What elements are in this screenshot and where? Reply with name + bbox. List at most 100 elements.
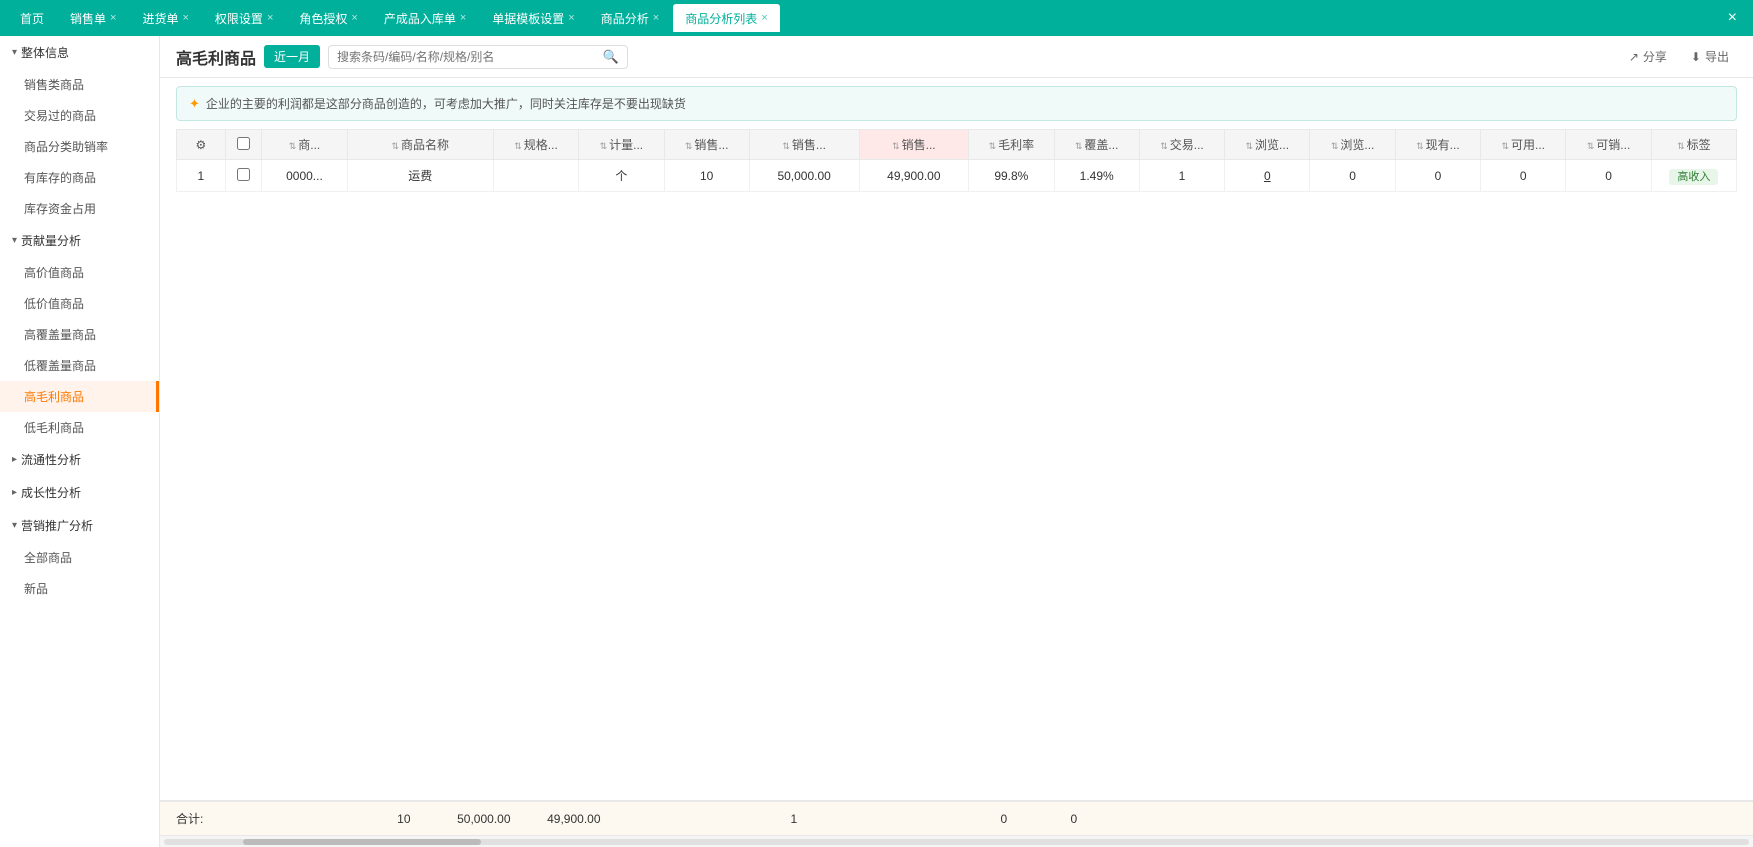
close-icon[interactable]: × bbox=[460, 13, 466, 24]
nav-tab-analysis-label: 商品分析 bbox=[601, 10, 649, 27]
info-banner-text: 企业的主要的利润都是这部分商品创造的，可考虑加大推广，同时关注库存是不要出现缺货 bbox=[206, 95, 686, 112]
close-icon[interactable]: × bbox=[351, 13, 357, 24]
sidebar-item-sales-goods[interactable]: 销售类商品 bbox=[0, 69, 159, 100]
row-sales-amount: 50,000.00 bbox=[749, 160, 859, 192]
sort-icon: ⇅ bbox=[989, 141, 997, 152]
col-settings[interactable]: ⚙ bbox=[177, 130, 226, 160]
nav-tab-roles[interactable]: 角色授权 × bbox=[287, 4, 369, 32]
col-unit[interactable]: ⇅计量... bbox=[579, 130, 664, 160]
row-sales-cost: 49,900.00 bbox=[859, 160, 969, 192]
sidebar-group-growth[interactable]: ▸ 成长性分析 bbox=[0, 476, 159, 509]
row-sales-qty: 10 bbox=[664, 160, 749, 192]
nav-tab-home[interactable]: 首页 bbox=[8, 4, 56, 32]
col-gross-rate[interactable]: ⇅毛利率 bbox=[969, 130, 1054, 160]
sidebar-item-high-coverage[interactable]: 高覆盖量商品 bbox=[0, 319, 159, 350]
sidebar-group-contribution-label: 贡献量分析 bbox=[21, 232, 81, 249]
close-icon[interactable]: × bbox=[267, 13, 273, 24]
sidebar-item-high-value[interactable]: 高价值商品 bbox=[0, 257, 159, 288]
nav-tab-templates[interactable]: 单据模板设置 × bbox=[480, 4, 586, 32]
close-icon[interactable]: × bbox=[568, 13, 574, 24]
sidebar-item-low-value[interactable]: 低价值商品 bbox=[0, 288, 159, 319]
nav-tab-analysis[interactable]: 商品分析 × bbox=[589, 4, 671, 32]
col-stock-saleable[interactable]: ⇅可销... bbox=[1566, 130, 1651, 160]
nav-tab-sales[interactable]: 销售单 × bbox=[58, 4, 128, 32]
close-icon[interactable]: × bbox=[653, 13, 659, 24]
sort-icon: ⇅ bbox=[1501, 141, 1509, 152]
sidebar-item-traded-goods[interactable]: 交易过的商品 bbox=[0, 100, 159, 131]
sidebar-item-stock-capital[interactable]: 库存资金占用 bbox=[0, 193, 159, 224]
footer-stock-available: 0 bbox=[1039, 812, 1109, 826]
col-stock-current[interactable]: ⇅现有... bbox=[1395, 130, 1480, 160]
nav-tab-purchase-label: 进货单 bbox=[142, 10, 178, 27]
nav-tab-analysis-list[interactable]: 商品分析列表 × bbox=[673, 4, 779, 32]
col-coverage[interactable]: ⇅覆盖... bbox=[1054, 130, 1139, 160]
sort-icon: ⇅ bbox=[1677, 141, 1685, 152]
views1-link[interactable]: 0 bbox=[1264, 169, 1271, 183]
sidebar-item-low-coverage[interactable]: 低覆盖量商品 bbox=[0, 350, 159, 381]
row-spec bbox=[493, 160, 578, 192]
nav-tab-templates-label: 单据模板设置 bbox=[492, 10, 564, 27]
chevron-right-icon: ▸ bbox=[12, 487, 17, 498]
sidebar-item-high-margin[interactable]: 高毛利商品 bbox=[0, 381, 159, 412]
sort-icon: ⇅ bbox=[782, 141, 790, 152]
top-nav: 首页 销售单 × 进货单 × 权限设置 × 角色授权 × 产成品入库单 × 单据… bbox=[0, 0, 1753, 36]
sidebar: « ▾ 整体信息 销售类商品 交易过的商品 商品分类助销率 有库存的商品 库存资… bbox=[0, 36, 160, 847]
col-sales-amount[interactable]: ⇅销售... bbox=[749, 130, 859, 160]
row-views2: 0 bbox=[1310, 160, 1395, 192]
select-all-checkbox[interactable] bbox=[237, 137, 250, 150]
close-icon[interactable]: × bbox=[761, 13, 767, 24]
horizontal-scrollbar[interactable] bbox=[160, 835, 1753, 847]
sidebar-item-low-margin[interactable]: 低毛利商品 bbox=[0, 412, 159, 443]
close-icon[interactable]: × bbox=[110, 13, 116, 24]
close-icon[interactable]: × bbox=[182, 13, 188, 24]
chevron-right-icon: ▸ bbox=[12, 454, 17, 465]
col-views2[interactable]: ⇅浏览... bbox=[1310, 130, 1395, 160]
sidebar-group-contribution[interactable]: ▾ 贡献量分析 bbox=[0, 224, 159, 257]
nav-tab-purchase[interactable]: 进货单 × bbox=[130, 4, 200, 32]
footer-sales-cost: 49,900.00 bbox=[529, 812, 619, 826]
search-input[interactable] bbox=[337, 50, 599, 64]
share-button[interactable]: ↗ 分享 bbox=[1621, 44, 1675, 69]
chevron-down-icon: ▾ bbox=[12, 235, 17, 246]
sidebar-group-overall[interactable]: ▾ 整体信息 bbox=[0, 36, 159, 69]
row-code: 0000... bbox=[262, 160, 347, 192]
window-close-button[interactable]: × bbox=[1720, 9, 1745, 27]
row-checkbox[interactable] bbox=[225, 160, 262, 192]
col-spec[interactable]: ⇅规格... bbox=[493, 130, 578, 160]
col-checkbox[interactable] bbox=[225, 130, 262, 160]
sidebar-item-stocked-goods[interactable]: 有库存的商品 bbox=[0, 162, 159, 193]
sort-icon: ⇅ bbox=[685, 141, 693, 152]
time-filter-button[interactable]: 近一月 bbox=[264, 45, 320, 68]
sidebar-group-liquidity[interactable]: ▸ 流通性分析 bbox=[0, 443, 159, 476]
sort-icon: ⇅ bbox=[600, 141, 608, 152]
col-code[interactable]: ⇅商... bbox=[262, 130, 347, 160]
sidebar-item-category-rate[interactable]: 商品分类助销率 bbox=[0, 131, 159, 162]
nav-tab-inbound[interactable]: 产成品入库单 × bbox=[372, 4, 478, 32]
share-icon: ↗ bbox=[1629, 50, 1639, 64]
scrollbar-thumb[interactable] bbox=[243, 839, 481, 845]
col-sales-cost[interactable]: ⇅销售... bbox=[859, 130, 969, 160]
row-stock-current: 0 bbox=[1395, 160, 1480, 192]
sort-icon: ⇅ bbox=[289, 141, 297, 152]
row-index: 1 bbox=[177, 160, 226, 192]
col-name[interactable]: ⇅商品名称 bbox=[347, 130, 493, 160]
col-views1[interactable]: ⇅浏览... bbox=[1225, 130, 1310, 160]
row-views1[interactable]: 0 bbox=[1225, 160, 1310, 192]
col-transactions[interactable]: ⇅交易... bbox=[1139, 130, 1224, 160]
row-select-checkbox[interactable] bbox=[237, 168, 250, 181]
sort-icon: ⇅ bbox=[514, 141, 522, 152]
sidebar-item-all-goods[interactable]: 全部商品 bbox=[0, 542, 159, 573]
nav-tab-permissions[interactable]: 权限设置 × bbox=[203, 4, 285, 32]
sidebar-collapse-btn[interactable]: « bbox=[159, 422, 160, 462]
col-sales-qty[interactable]: ⇅销售... bbox=[664, 130, 749, 160]
export-button[interactable]: ⬇ 导出 bbox=[1683, 44, 1737, 69]
sidebar-item-new-goods[interactable]: 新品 bbox=[0, 573, 159, 604]
share-label: 分享 bbox=[1643, 48, 1667, 65]
col-stock-available[interactable]: ⇅可用... bbox=[1481, 130, 1566, 160]
table-wrapper[interactable]: ⚙ ⇅商... ⇅商品名称 ⇅规格... ⇅计量... ⇅销售... ⇅销售..… bbox=[160, 129, 1753, 800]
search-icon[interactable]: 🔍 bbox=[603, 49, 619, 65]
col-tag[interactable]: ⇅标签 bbox=[1651, 130, 1736, 160]
footer-totals: 合计: 10 50,000.00 49,900.00 1 0 0 bbox=[160, 800, 1753, 835]
content-area: 高毛利商品 近一月 🔍 ↗ 分享 ⬇ 导出 ✦ 企业的主要的利润都是这部分商品创… bbox=[160, 36, 1753, 847]
sidebar-group-marketing[interactable]: ▾ 营销推广分析 bbox=[0, 509, 159, 542]
